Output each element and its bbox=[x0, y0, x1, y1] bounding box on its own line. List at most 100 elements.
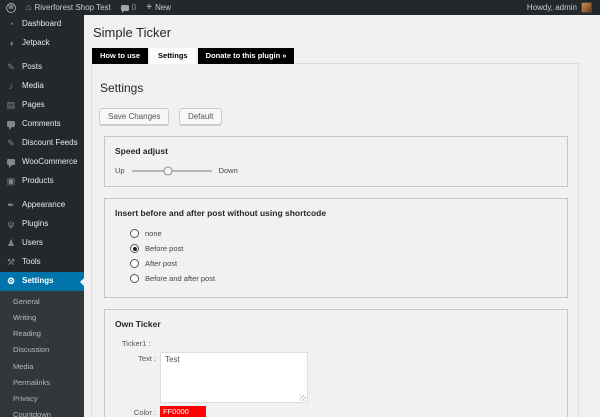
main-content: Simple Ticker How to use Settings Donate… bbox=[84, 15, 600, 417]
sidebar-item-posts[interactable]: ✎ Posts bbox=[0, 58, 84, 77]
page-title: Simple Ticker bbox=[93, 25, 172, 40]
own-ticker-title: Own Ticker bbox=[115, 319, 161, 330]
sidebar-item-label: Discount Feeds bbox=[22, 138, 78, 148]
radio-option-after-post[interactable]: After post bbox=[130, 256, 557, 271]
ticker1-text-row: Text : Test bbox=[115, 352, 557, 404]
settings-tab-panel: Settings Save Changes Default Speed adju… bbox=[91, 62, 579, 417]
sidebar-item-products[interactable]: ▣ Products bbox=[0, 172, 84, 191]
insert-post-panel: Insert before and after post without usi… bbox=[104, 198, 568, 299]
save-changes-button[interactable]: Save Changes bbox=[99, 107, 170, 126]
radio-label: Before post bbox=[145, 244, 184, 254]
sidebar-item-settings[interactable]: ⚙ Settings bbox=[0, 272, 84, 291]
ticker1-color-input[interactable] bbox=[160, 406, 206, 417]
radio-label: none bbox=[145, 229, 162, 239]
radio-button[interactable] bbox=[130, 259, 139, 269]
admin-sidebar: ◔ Dashboard ◑ Jetpack ✎ Posts ♪ Media ▤ … bbox=[0, 15, 84, 417]
own-ticker-panel: Own Ticker Ticker1 : Text : Test Color :… bbox=[104, 309, 568, 417]
home-icon: ⌂ bbox=[26, 2, 32, 12]
new-content-menu[interactable]: + New bbox=[146, 1, 172, 13]
tab-donate[interactable]: Donate to this plugin » bbox=[197, 48, 295, 64]
sidebar-item-label: Pages bbox=[22, 100, 45, 110]
sidebar-item-woocommerce[interactable]: WooCommerce bbox=[0, 153, 84, 172]
ticker1-label: Ticker1 : bbox=[122, 339, 151, 349]
admin-bar: W ⌂ Riverforest Shop Test 0 + New Howdy,… bbox=[0, 0, 600, 15]
wp-logo-menu[interactable]: W bbox=[6, 2, 16, 13]
default-button[interactable]: Default bbox=[178, 107, 223, 126]
sidebar-item-plugins[interactable]: ψ Plugins bbox=[0, 215, 84, 234]
settings-heading: Settings bbox=[100, 80, 144, 95]
tools-icon: ⚒ bbox=[6, 257, 16, 267]
slider-down-label: Down bbox=[218, 166, 238, 176]
radio-option-before-post[interactable]: Before post bbox=[130, 241, 557, 256]
site-name-link[interactable]: ⌂ Riverforest Shop Test bbox=[26, 2, 111, 13]
sidebar-item-label: Jetpack bbox=[22, 38, 50, 48]
comments-bubble-icon bbox=[120, 4, 129, 13]
sidebar-item-appearance[interactable]: ✒ Appearance bbox=[0, 196, 84, 215]
sidebar-item-media[interactable]: ♪ Media bbox=[0, 77, 84, 96]
submenu-item-writing[interactable]: Writing bbox=[0, 310, 84, 326]
sidebar-item-label: Comments bbox=[22, 119, 61, 129]
speed-adjust-title: Speed adjust bbox=[115, 146, 168, 157]
users-icon: ♟ bbox=[6, 238, 16, 248]
comments-icon bbox=[6, 120, 16, 130]
sidebar-item-label: Users bbox=[22, 238, 43, 248]
tab-settings[interactable]: Settings bbox=[150, 48, 196, 64]
plugin-tabs: How to use Settings Donate to this plugi… bbox=[92, 48, 579, 64]
admin-bar-comments[interactable]: 0 bbox=[120, 3, 137, 13]
media-icon: ♪ bbox=[8, 81, 14, 91]
settings-submenu: General Writing Reading Discussion Media… bbox=[0, 291, 84, 417]
tab-how-to-use[interactable]: How to use bbox=[92, 48, 149, 64]
settings-icon: ⚙ bbox=[6, 276, 16, 286]
submenu-item-discussion[interactable]: Discussion bbox=[0, 342, 84, 358]
ticker1-text-input[interactable]: Test bbox=[160, 352, 308, 404]
speed-slider-handle[interactable] bbox=[163, 166, 173, 176]
sidebar-item-label: WooCommerce bbox=[22, 157, 78, 167]
products-icon: ▣ bbox=[6, 176, 16, 186]
new-label: New bbox=[155, 3, 172, 12]
comments-count: 0 bbox=[131, 3, 137, 12]
sidebar-item-label: Settings bbox=[22, 276, 54, 286]
ticker1-color-row: Color : bbox=[115, 406, 557, 417]
submenu-item-permalinks[interactable]: Permalinks bbox=[0, 375, 84, 391]
sidebar-item-comments[interactable]: Comments bbox=[0, 115, 84, 134]
radio-button[interactable] bbox=[130, 244, 139, 254]
radio-label: After post bbox=[145, 259, 178, 269]
sidebar-item-tools[interactable]: ⚒ Tools bbox=[0, 253, 84, 272]
plus-icon: + bbox=[146, 1, 153, 13]
my-account-menu[interactable]: Howdy, admin bbox=[527, 2, 592, 13]
radio-button[interactable] bbox=[130, 229, 139, 239]
site-name: Riverforest Shop Test bbox=[34, 3, 111, 12]
submenu-item-privacy[interactable]: Privacy bbox=[0, 391, 84, 407]
sidebar-item-jetpack[interactable]: ◑ Jetpack bbox=[0, 34, 84, 53]
speed-slider-track[interactable] bbox=[131, 166, 212, 176]
sidebar-item-dashboard[interactable]: ◔ Dashboard bbox=[0, 15, 84, 34]
sidebar-item-label: Appearance bbox=[22, 200, 66, 210]
submenu-item-reading[interactable]: Reading bbox=[0, 326, 84, 342]
radio-label: Before and after post bbox=[145, 274, 216, 284]
sidebar-item-discount-feeds[interactable]: ✎ Discount Feeds bbox=[0, 134, 84, 153]
howdy-text: Howdy, admin bbox=[526, 3, 577, 12]
slider-up-label: Up bbox=[115, 166, 125, 176]
sidebar-item-label: Plugins bbox=[22, 219, 49, 229]
sidebar-item-label: Tools bbox=[22, 257, 41, 267]
submenu-item-media[interactable]: Media bbox=[0, 359, 84, 375]
user-avatar bbox=[581, 2, 592, 13]
sidebar-item-label: Products bbox=[22, 176, 54, 186]
submenu-item-general[interactable]: General bbox=[0, 294, 84, 310]
sidebar-item-label: Posts bbox=[22, 62, 43, 72]
pages-icon: ▤ bbox=[6, 100, 16, 110]
sidebar-item-users[interactable]: ♟ Users bbox=[0, 234, 84, 253]
submenu-item-countdown-woocommerce-sale[interactable]: Countdown WooCommerce Sale bbox=[0, 407, 84, 417]
ticker1-text-label: Text : bbox=[138, 354, 156, 364]
appearance-icon: ✒ bbox=[7, 200, 15, 210]
ticker1-color-label: Color : bbox=[133, 408, 156, 417]
pushpin-icon: ✎ bbox=[7, 138, 15, 148]
speed-adjust-panel: Speed adjust Up Down bbox=[104, 136, 568, 188]
radio-option-none[interactable]: none bbox=[130, 226, 557, 241]
radio-option-before-and-after-post[interactable]: Before and after post bbox=[130, 271, 557, 286]
radio-button[interactable] bbox=[130, 274, 139, 284]
sidebar-item-label: Dashboard bbox=[22, 19, 62, 29]
jetpack-icon: ◑ bbox=[8, 38, 14, 48]
sidebar-item-label: Media bbox=[22, 81, 44, 91]
sidebar-item-pages[interactable]: ▤ Pages bbox=[0, 96, 84, 115]
